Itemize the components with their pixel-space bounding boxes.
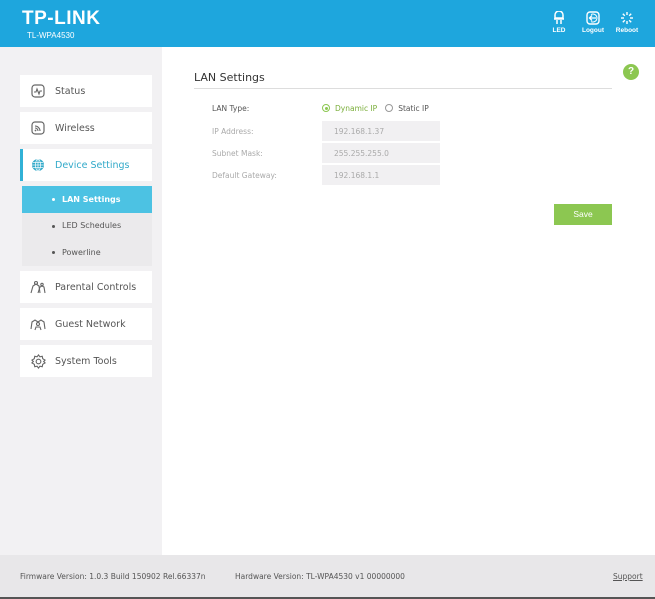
- subitem-lan-settings[interactable]: LAN Settings: [22, 186, 152, 213]
- reboot-icon: [621, 12, 633, 24]
- led-button[interactable]: LED: [543, 11, 575, 34]
- subnet-mask-field: 255.255.255.0: [322, 143, 440, 163]
- sidebar-item-parental-controls[interactable]: Parental Controls: [20, 271, 152, 303]
- subnet-mask-row: Subnet Mask: 255.255.255.0: [212, 143, 440, 163]
- ip-address-label: IP Address:: [212, 126, 254, 136]
- led-label: LED: [552, 27, 566, 34]
- parental-controls-icon: [30, 279, 46, 295]
- model-name: TL-WPA4530: [27, 31, 75, 40]
- ip-address-row: IP Address: 192.168.1.37: [212, 121, 440, 141]
- sidebar-item-guest-network[interactable]: Guest Network: [20, 308, 152, 340]
- guest-network-icon: [30, 316, 46, 332]
- title-divider: [194, 88, 612, 89]
- help-icon[interactable]: ?: [623, 64, 639, 80]
- default-gateway-label: Default Gateway:: [212, 170, 277, 180]
- status-icon: [30, 83, 46, 99]
- lan-type-label: LAN Type:: [212, 103, 250, 113]
- lan-type-row: LAN Type: Dynamic IP Static IP: [212, 98, 437, 118]
- wireless-icon: [30, 120, 46, 136]
- sidebar-item-label: Wireless: [55, 122, 95, 134]
- sidebar-item-device-settings[interactable]: Device Settings: [20, 149, 152, 181]
- logout-label: Logout: [581, 27, 605, 34]
- reboot-label: Reboot: [615, 27, 639, 34]
- sidebar-item-label: Guest Network: [55, 318, 126, 330]
- sidebar-item-system-tools[interactable]: System Tools: [20, 345, 152, 377]
- logout-button[interactable]: Logout: [577, 11, 609, 34]
- sidebar-item-status[interactable]: Status: [20, 75, 152, 107]
- reboot-button[interactable]: Reboot: [611, 11, 643, 34]
- subitem-powerline[interactable]: Powerline: [22, 239, 152, 266]
- device-settings-submenu: LAN Settings LED Schedules Powerline: [22, 186, 152, 266]
- radio-dynamic-ip[interactable]: Dynamic IP: [322, 104, 377, 113]
- led-bulb-icon: [554, 11, 564, 24]
- sidebar-item-label: System Tools: [55, 355, 117, 367]
- default-gateway-row: Default Gateway: 192.168.1.1: [212, 165, 440, 185]
- sidebar-item-label: Status: [55, 85, 86, 97]
- subitem-led-schedules[interactable]: LED Schedules: [22, 213, 152, 240]
- default-gateway-field: 192.168.1.1: [322, 165, 440, 185]
- ip-address-field: 192.168.1.37: [322, 121, 440, 141]
- sidebar-item-label: Device Settings: [55, 159, 130, 171]
- sidebar-item-label: Parental Controls: [55, 281, 137, 293]
- page-title: LAN Settings: [194, 71, 265, 84]
- main-content: LAN Settings ? LAN Type: Dynamic IP Stat…: [162, 47, 655, 555]
- firmware-version: Firmware Version: 1.0.3 Build 150902 Rel…: [20, 572, 206, 581]
- support-link[interactable]: Support: [613, 572, 643, 581]
- globe-icon: [30, 157, 46, 173]
- brand-logo: TP-LINK: [22, 8, 101, 29]
- footer: Firmware Version: 1.0.3 Build 150902 Rel…: [0, 555, 655, 599]
- radio-static-ip[interactable]: Static IP: [385, 104, 429, 113]
- logout-icon: [586, 11, 600, 25]
- save-button[interactable]: Save: [554, 204, 612, 225]
- subnet-mask-label: Subnet Mask:: [212, 148, 263, 158]
- gear-icon: [30, 353, 46, 369]
- header: TP-LINK TL-WPA4530 LED Logout Reboot: [0, 0, 655, 47]
- hardware-version: Hardware Version: TL-WPA4530 v1 00000000: [235, 572, 405, 581]
- sidebar-item-wireless[interactable]: Wireless: [20, 112, 152, 144]
